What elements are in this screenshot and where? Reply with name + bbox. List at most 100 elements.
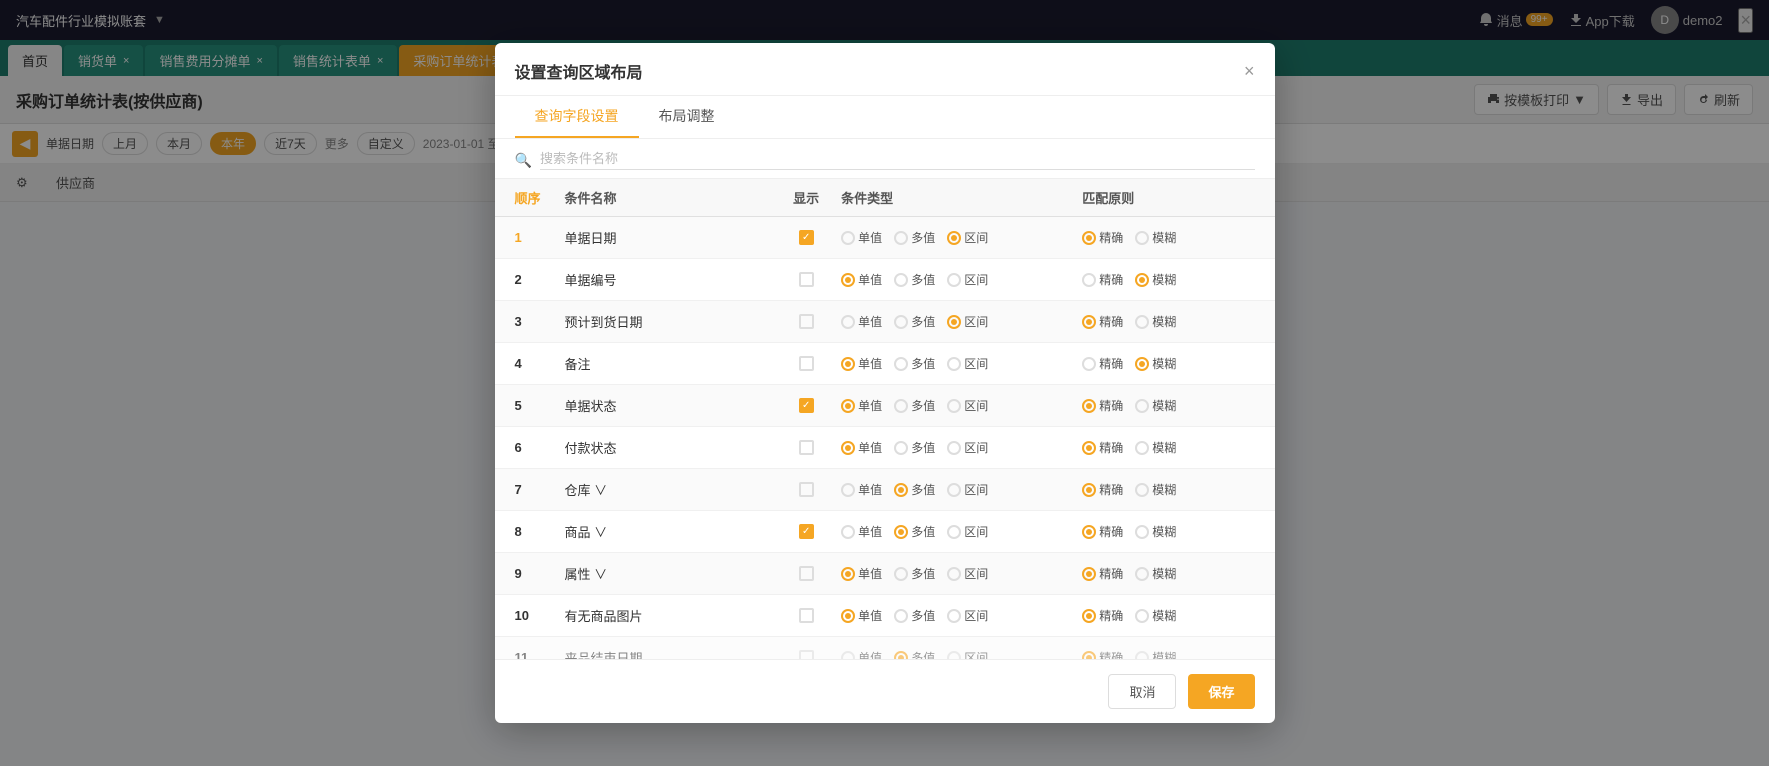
type-range[interactable]: 区间 (947, 607, 988, 624)
radio-fuzzy[interactable] (1135, 357, 1149, 371)
radio-fuzzy[interactable] (1135, 441, 1149, 455)
radio-single[interactable] (841, 399, 855, 413)
radio-range[interactable] (947, 357, 961, 371)
show-checkbox[interactable] (799, 314, 814, 329)
radio-exact[interactable] (1082, 651, 1096, 660)
match-fuzzy[interactable]: 模糊 (1135, 481, 1176, 498)
radio-single[interactable] (841, 525, 855, 539)
type-range[interactable]: 区间 (947, 649, 988, 659)
match-exact[interactable]: 精确 (1082, 607, 1123, 624)
radio-multi[interactable] (894, 315, 908, 329)
show-checkbox[interactable] (799, 356, 814, 371)
type-single[interactable]: 单值 (841, 607, 882, 624)
match-fuzzy[interactable]: 模糊 (1135, 523, 1176, 540)
show-checkbox[interactable] (799, 398, 814, 413)
type-single[interactable]: 单值 (841, 397, 882, 414)
radio-fuzzy[interactable] (1135, 609, 1149, 623)
radio-multi[interactable] (894, 273, 908, 287)
match-exact[interactable]: 精确 (1082, 229, 1123, 246)
type-range[interactable]: 区间 (947, 523, 988, 540)
show-checkbox[interactable] (799, 482, 814, 497)
radio-exact[interactable] (1082, 315, 1096, 329)
show-checkbox[interactable] (799, 608, 814, 623)
tab-query-fields[interactable]: 查询字段设置 (515, 96, 639, 138)
radio-fuzzy[interactable] (1135, 525, 1149, 539)
radio-range[interactable] (947, 525, 961, 539)
match-fuzzy[interactable]: 模糊 (1135, 649, 1176, 659)
radio-multi[interactable] (894, 525, 908, 539)
type-single[interactable]: 单值 (841, 229, 882, 246)
type-multi[interactable]: 多值 (894, 313, 935, 330)
match-fuzzy[interactable]: 模糊 (1135, 229, 1176, 246)
radio-fuzzy[interactable] (1135, 399, 1149, 413)
radio-range[interactable] (947, 567, 961, 581)
match-fuzzy[interactable]: 模糊 (1135, 607, 1176, 624)
type-multi[interactable]: 多值 (894, 271, 935, 288)
radio-exact[interactable] (1082, 357, 1096, 371)
match-exact[interactable]: 精确 (1082, 523, 1123, 540)
match-fuzzy[interactable]: 模糊 (1135, 271, 1176, 288)
radio-multi[interactable] (894, 651, 908, 660)
radio-single[interactable] (841, 567, 855, 581)
type-single[interactable]: 单值 (841, 565, 882, 582)
type-multi[interactable]: 多值 (894, 355, 935, 372)
type-range[interactable]: 区间 (947, 397, 988, 414)
type-single[interactable]: 单值 (841, 355, 882, 372)
radio-multi[interactable] (894, 357, 908, 371)
radio-multi[interactable] (894, 399, 908, 413)
match-exact[interactable]: 精确 (1082, 313, 1123, 330)
row-show[interactable] (771, 650, 841, 659)
type-range[interactable]: 区间 (947, 565, 988, 582)
radio-exact[interactable] (1082, 525, 1096, 539)
match-exact[interactable]: 精确 (1082, 271, 1123, 288)
radio-exact[interactable] (1082, 567, 1096, 581)
row-show[interactable] (771, 314, 841, 329)
radio-exact[interactable] (1082, 441, 1096, 455)
show-checkbox[interactable] (799, 566, 814, 581)
radio-range[interactable] (947, 441, 961, 455)
radio-multi[interactable] (894, 483, 908, 497)
radio-exact[interactable] (1082, 399, 1096, 413)
radio-single[interactable] (841, 273, 855, 287)
row-show[interactable] (771, 398, 841, 413)
radio-exact[interactable] (1082, 273, 1096, 287)
match-exact[interactable]: 精确 (1082, 397, 1123, 414)
match-exact[interactable]: 精确 (1082, 481, 1123, 498)
match-fuzzy[interactable]: 模糊 (1135, 439, 1176, 456)
radio-single[interactable] (841, 483, 855, 497)
type-single[interactable]: 单值 (841, 271, 882, 288)
radio-single[interactable] (841, 651, 855, 660)
radio-single[interactable] (841, 315, 855, 329)
row-show[interactable] (771, 440, 841, 455)
show-checkbox[interactable] (799, 650, 814, 659)
radio-exact[interactable] (1082, 483, 1096, 497)
type-multi[interactable]: 多值 (894, 229, 935, 246)
type-multi[interactable]: 多值 (894, 439, 935, 456)
radio-multi[interactable] (894, 567, 908, 581)
type-range[interactable]: 区间 (947, 229, 988, 246)
match-fuzzy[interactable]: 模糊 (1135, 313, 1176, 330)
radio-fuzzy[interactable] (1135, 315, 1149, 329)
radio-range[interactable] (947, 609, 961, 623)
radio-exact[interactable] (1082, 609, 1096, 623)
row-show[interactable] (771, 524, 841, 539)
type-single[interactable]: 单值 (841, 523, 882, 540)
type-single[interactable]: 单值 (841, 481, 882, 498)
type-single[interactable]: 单值 (841, 439, 882, 456)
save-button[interactable]: 保存 (1188, 674, 1254, 709)
radio-fuzzy[interactable] (1135, 231, 1149, 245)
show-checkbox[interactable] (799, 440, 814, 455)
radio-range[interactable] (947, 651, 961, 660)
tab-layout-adjust[interactable]: 布局调整 (639, 96, 735, 138)
row-show[interactable] (771, 482, 841, 497)
show-checkbox[interactable] (799, 230, 814, 245)
row-show[interactable] (771, 608, 841, 623)
radio-multi[interactable] (894, 609, 908, 623)
match-fuzzy[interactable]: 模糊 (1135, 565, 1176, 582)
match-exact[interactable]: 精确 (1082, 565, 1123, 582)
row-show[interactable] (771, 272, 841, 287)
match-fuzzy[interactable]: 模糊 (1135, 397, 1176, 414)
type-range[interactable]: 区间 (947, 481, 988, 498)
radio-fuzzy[interactable] (1135, 483, 1149, 497)
show-checkbox[interactable] (799, 272, 814, 287)
